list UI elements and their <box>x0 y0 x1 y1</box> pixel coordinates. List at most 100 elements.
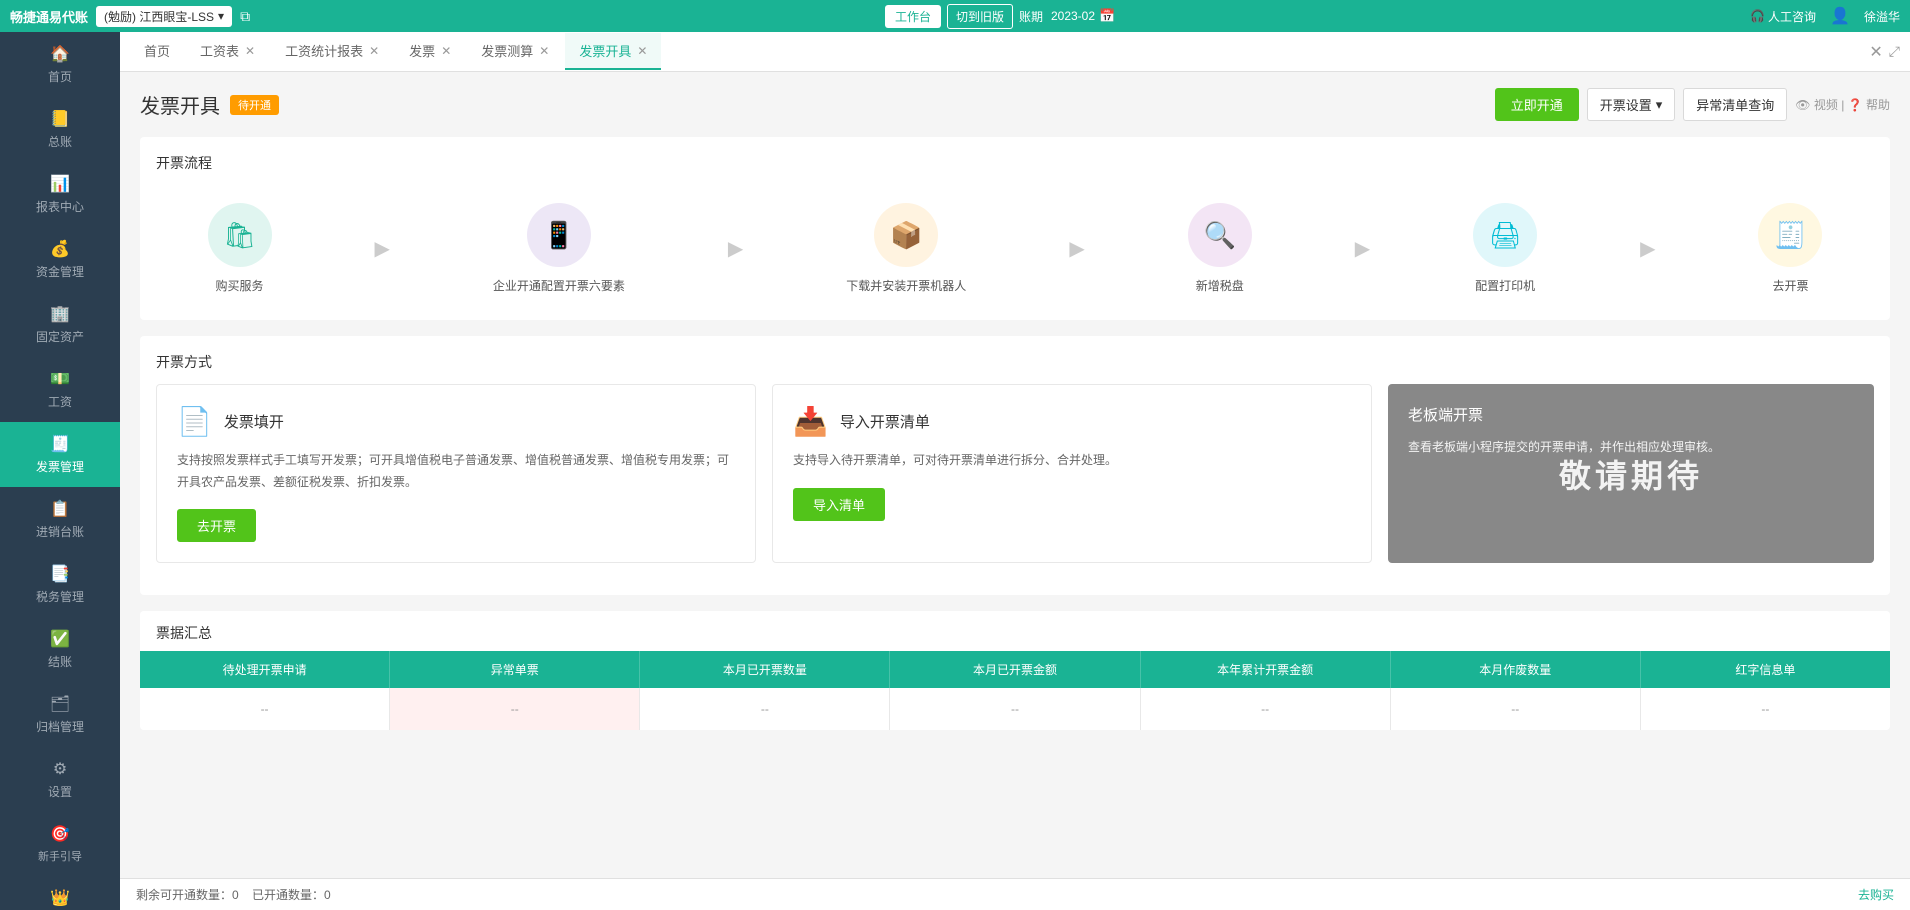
summary-table-body: -------------- <box>140 688 1890 730</box>
sidebar-label: 资金管理 <box>36 263 84 280</box>
tab-close-icon[interactable]: ✕ <box>539 44 549 58</box>
sidebar-item-发票管理[interactable]: 🧾发票管理 <box>0 422 120 487</box>
tab-工资统计报表[interactable]: 工资统计报表✕ <box>271 33 393 70</box>
summary-value-col: -- <box>1641 688 1890 730</box>
step-icon-4: 🖨 <box>1473 203 1537 267</box>
sidebar-icon: 🧾 <box>50 434 70 454</box>
sidebar-item-工资[interactable]: 💵工资 <box>0 357 120 422</box>
top-bar-right: 🎧 人工咨询 👤 徐溢华 <box>1750 6 1900 26</box>
summary-header-col: 红字信息单 <box>1641 651 1890 688</box>
sidebar-item-资金管理[interactable]: 💰资金管理 <box>0 227 120 292</box>
sidebar-icon: 🏢 <box>50 304 70 324</box>
method-title: 导入开票清单 <box>840 411 930 432</box>
status-badge: 待开通 <box>230 95 279 115</box>
sidebar-icon: 🗂 <box>50 694 70 714</box>
sidebar-item-报表中心[interactable]: 📊报表中心 <box>0 162 120 227</box>
page-title-area: 发票开具 待开通 <box>140 90 279 119</box>
page-content: 发票开具 待开通 立即开通 开票设置 ▾ 异常清单查询 👁 视频 | ❓ <box>120 72 1910 878</box>
summary-header-col: 本月作废数量 <box>1391 651 1641 688</box>
sidebar-label: 税务管理 <box>36 588 84 605</box>
flow-step-3: 🔍 新增税盘 <box>1188 203 1252 294</box>
flow-arrow-2: ▶ <box>1069 236 1084 261</box>
sidebar-label: 新手引导 <box>38 848 82 864</box>
flow-step-0: 🛍 购买服务 <box>208 203 272 294</box>
flow-step-1: 📱 企业开通配置开票六要素 <box>493 203 625 294</box>
step-label-5: 去开票 <box>1772 277 1808 294</box>
old-version-button[interactable]: 切到旧版 <box>947 4 1013 29</box>
summary-value-col: -- <box>1391 688 1641 730</box>
method-header: 📥 导入开票清单 <box>793 405 1351 438</box>
tab-close-icon[interactable]: ✕ <box>1869 42 1882 62</box>
user-name: 徐溢华 <box>1864 8 1900 25</box>
method-btn-manual[interactable]: 去开票 <box>177 509 256 542</box>
immediate-open-button[interactable]: 立即开通 <box>1495 88 1579 121</box>
settings-button[interactable]: 开票设置 ▾ <box>1587 88 1676 121</box>
settings-label: 开票设置 <box>1600 95 1652 114</box>
step-label-0: 购买服务 <box>215 277 263 294</box>
sidebar-icon: 👑 <box>50 888 70 908</box>
sidebar-item-总账[interactable]: 📒总账 <box>0 97 120 162</box>
flow-step-2: 📦 下载并安装开票机器人 <box>846 203 966 294</box>
method-card-manual: 📄 发票填开 支持按照发票样式手工填写开发票；可开具增值税电子普通发票、增值税普… <box>156 384 756 563</box>
top-bar-buttons: 工作台 切到旧版 账期 2023-02 📅 <box>885 4 1115 29</box>
page-title: 发票开具 <box>140 90 220 119</box>
billing-methods-title: 开票方式 <box>156 352 1874 372</box>
tab-label: 工资表 <box>200 41 239 60</box>
top-bar-left: 畅捷通易代账 (勉励) 江西眼宝-LSS ▾ ⧉ <box>10 6 250 27</box>
copy-icon[interactable]: ⧉ <box>240 8 250 25</box>
chevron-down-icon: ▾ <box>1656 97 1663 113</box>
tab-restore-icon[interactable]: ⤢ <box>1889 43 1900 60</box>
buy-link[interactable]: 去购买 <box>1858 886 1894 903</box>
tab-工资表[interactable]: 工资表 ✕ <box>186 33 269 70</box>
sidebar-item-新手引导[interactable]: 🎯新手引导 <box>0 812 120 876</box>
tab-发票测算[interactable]: 发票测算 ✕ <box>467 33 563 70</box>
workbench-button[interactable]: 工作台 <box>885 5 941 28</box>
sidebar-item-进销台账[interactable]: 📋进销台账 <box>0 487 120 552</box>
help-icon[interactable]: ❓ <box>1848 98 1863 112</box>
sidebar-icon: 📒 <box>50 109 70 129</box>
tab-首页[interactable]: 首页 <box>130 33 184 70</box>
flow-arrow-0: ▶ <box>375 236 390 261</box>
support-button[interactable]: 🎧 人工咨询 <box>1750 8 1816 25</box>
sidebar-item-税务管理[interactable]: 📑 税务管理 <box>0 552 120 617</box>
sidebar-icon: 📋 <box>50 499 70 519</box>
tab-close-icon[interactable]: ✕ <box>441 44 451 58</box>
step-icon-0: 🛍 <box>208 203 272 267</box>
sidebar-bottom: 🎯新手引导👑畅会员 📌 取消固定 <box>0 812 120 910</box>
summary-value-col: -- <box>890 688 1140 730</box>
step-icon-1: 📱 <box>527 203 591 267</box>
tab-close-icon[interactable]: ✕ <box>637 44 647 58</box>
flow-arrow-4: ▶ <box>1640 236 1655 261</box>
tab-label: 首页 <box>144 41 170 60</box>
sidebar-item-设置[interactable]: ⚙设置 <box>0 747 120 812</box>
step-label-2: 下载并安装开票机器人 <box>846 277 966 294</box>
sidebar-item-首页[interactable]: 🏠首页 <box>0 32 120 97</box>
sidebar-item-畅会员[interactable]: 👑畅会员 <box>0 876 120 910</box>
sidebar-item-归档管理[interactable]: 🗂归档管理 <box>0 682 120 747</box>
method-desc: 支持按照发票样式手工填写开发票；可开具增值税电子普通发票、增值税普通发票、增值税… <box>177 450 735 493</box>
view-icon[interactable]: 👁 <box>1795 98 1810 112</box>
summary-header-col: 待处理开票申请 <box>140 651 390 688</box>
tab-close-icon[interactable]: ✕ <box>369 44 379 58</box>
sidebar-item-结账[interactable]: ✅结账 <box>0 617 120 682</box>
period-display: 账期 2023-02 📅 <box>1019 8 1115 25</box>
tab-label: 发票测算 <box>481 41 533 60</box>
abnormal-query-button[interactable]: 异常清单查询 <box>1683 88 1787 121</box>
tab-controls: ✕ ⤢ <box>1869 42 1900 62</box>
sidebar-label: 报表中心 <box>36 198 84 215</box>
flow-step-5: 🧾 去开票 <box>1758 203 1822 294</box>
tab-发票开具[interactable]: 发票开具✕ <box>565 33 661 70</box>
summary-value-col: -- <box>390 688 640 730</box>
sidebar-icon: 📑 <box>50 564 70 584</box>
content-area: 首页工资表✕工资统计报表✕发票✕发票测算✕发票开具✕ ✕ ⤢ 发票开具 待开通 … <box>120 32 1910 910</box>
flow-steps: 🛍 购买服务 ▶ 📱 企业开通配置开票六要素 ▶ 📦 下载并安装开票机器人 ▶ … <box>156 193 1874 304</box>
tab-发票[interactable]: 发票✕ <box>395 33 465 70</box>
tab-close-icon[interactable]: ✕ <box>245 44 255 58</box>
step-label-3: 新增税盘 <box>1196 277 1244 294</box>
company-selector[interactable]: (勉励) 江西眼宝-LSS ▾ <box>96 6 232 27</box>
sidebar-item-固定资产[interactable]: 🏢 固定资产 <box>0 292 120 357</box>
method-btn-import[interactable]: 导入清单 <box>793 488 885 521</box>
method-header: 📄 发票填开 <box>177 405 735 438</box>
calendar-icon[interactable]: 📅 <box>1099 8 1115 24</box>
sidebar-label: 固定资产 <box>36 328 84 345</box>
